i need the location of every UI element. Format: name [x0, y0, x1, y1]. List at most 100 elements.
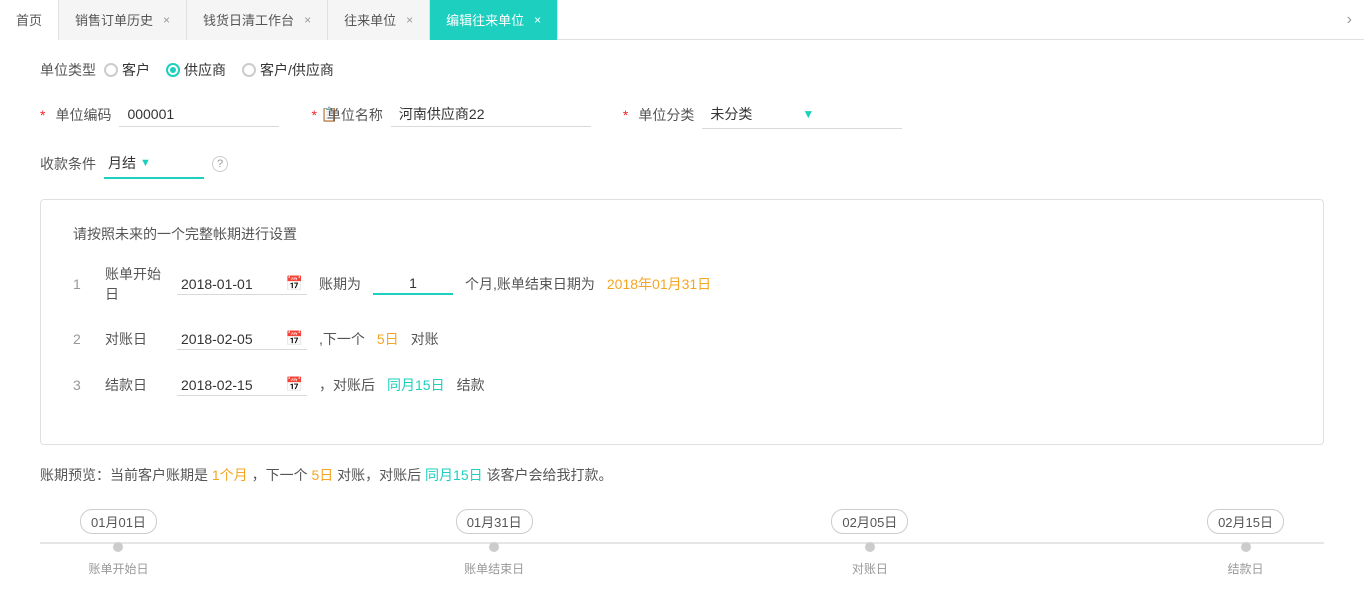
- preview-part1: 1个月: [212, 467, 248, 483]
- timeline-dot-1: [489, 542, 499, 552]
- setting-desc-suffix-1: 个月,账单结束日期为: [465, 274, 595, 294]
- unit-type-label: 单位类型: [40, 60, 96, 80]
- radio-customer-circle: [104, 63, 118, 77]
- preview-part2: 5日: [311, 467, 333, 483]
- payment-condition-chevron-icon: ▼: [140, 157, 151, 169]
- date-input-3: 📅: [177, 374, 307, 396]
- tab-partner-units-label: 往来单位: [344, 10, 396, 29]
- tab-partner-units-close[interactable]: ×: [406, 13, 413, 27]
- setting-row-1: 1 账单开始日 📅 账期为 个月,账单结束日期为 2018年01月31日: [73, 264, 1291, 304]
- tabs-more-button[interactable]: ›: [1335, 11, 1364, 29]
- timeline-date-0: 01月01日: [80, 509, 157, 534]
- unit-name-input[interactable]: [391, 102, 591, 127]
- tab-sales-order-history[interactable]: 销售订单历史 ×: [59, 0, 187, 40]
- unit-info-row: * 单位编码 📋 * 单位名称 * 单位分类 未分类 ▼: [40, 100, 1324, 129]
- payment-condition-row: 收款条件 月结 ▼ ?: [40, 149, 1324, 179]
- preview-suffix: 该客户会给我打款。: [487, 467, 613, 483]
- tab-sales-order-history-label: 销售订单历史: [75, 10, 153, 29]
- setting-row-3: 3 结款日 📅 ，对账后 同月15日 结款: [73, 374, 1291, 396]
- settings-title: 请按照未来的一个完整帐期进行设置: [73, 224, 1291, 244]
- radio-customer-label: 客户: [122, 60, 150, 80]
- timeline-type-3: 结款日: [1228, 560, 1264, 577]
- radio-supplier-circle: [166, 63, 180, 77]
- payment-condition-value: 月结: [108, 153, 136, 173]
- date-field-1[interactable]: [181, 276, 286, 292]
- unit-type-row: 单位类型 客户 供应商 客户/供应商: [40, 60, 1324, 80]
- timeline-date-1: 01月31日: [456, 509, 533, 534]
- timeline-dot-2: [865, 542, 875, 552]
- settings-box: 请按照未来的一个完整帐期进行设置 1 账单开始日 📅 账期为 个月,账单结束日期…: [40, 199, 1324, 445]
- unit-name-label: 单位名称: [327, 105, 383, 125]
- tab-home[interactable]: 首页: [0, 0, 59, 40]
- timeline-date-2: 02月05日: [831, 509, 908, 534]
- timeline-nodes: 01月01日 账单开始日 01月31日 账单结束日 02月05日 对账日 02月…: [80, 509, 1284, 577]
- unit-type-radio-group: 客户 供应商 客户/供应商: [104, 60, 334, 80]
- timeline-node-3: 02月15日 结款日: [1207, 509, 1284, 577]
- preview-text: 账期预览：当前客户账期是 1个月 ，下一个 5日 对账，对账后 同月15日 该客…: [40, 465, 1324, 485]
- preview-middle: ，下一个: [252, 467, 308, 483]
- unit-code-input[interactable]: [119, 102, 316, 126]
- payment-condition-label: 收款条件: [40, 154, 96, 174]
- setting-desc-suffix-3: 结款: [457, 375, 485, 395]
- tab-edit-partner-label: 编辑往来单位: [446, 10, 524, 29]
- category-dropdown-icon: ▼: [802, 107, 894, 121]
- setting-label-1: 账单开始日: [105, 264, 165, 304]
- setting-num-2: 2: [73, 331, 93, 347]
- setting-highlight-1: 2018年01月31日: [607, 274, 711, 294]
- period-input[interactable]: [373, 273, 453, 295]
- tab-cash-work[interactable]: 钱货日清工作台 ×: [187, 0, 328, 40]
- setting-desc-prefix-1: 账期为: [319, 274, 361, 294]
- date-input-1: 📅: [177, 273, 307, 295]
- tab-edit-partner-close[interactable]: ×: [534, 13, 541, 27]
- timeline-node-1: 01月31日 账单结束日: [456, 509, 533, 577]
- date-input-2: 📅: [177, 328, 307, 350]
- setting-label-2: 对账日: [105, 329, 165, 349]
- tabs-bar: 首页 销售订单历史 × 钱货日清工作台 × 往来单位 × 编辑往来单位 × ›: [0, 0, 1364, 40]
- unit-category-field: * 单位分类 未分类 ▼: [623, 100, 902, 129]
- preview-prefix: 账期预览：当前客户账期是: [40, 467, 208, 483]
- radio-both[interactable]: 客户/供应商: [242, 60, 334, 80]
- timeline-node-0: 01月01日 账单开始日: [80, 509, 157, 577]
- timeline: 01月01日 账单开始日 01月31日 账单结束日 02月05日 对账日 02月…: [40, 509, 1324, 577]
- timeline-dot-0: [113, 542, 123, 552]
- unit-code-star: *: [40, 107, 45, 123]
- tab-home-label: 首页: [16, 10, 42, 29]
- setting-desc-suffix-2: 对账: [411, 329, 439, 349]
- timeline-date-3: 02月15日: [1207, 509, 1284, 534]
- setting-desc-prefix-2: ,下一个: [319, 329, 365, 349]
- unit-code-input-wrap: 📋: [119, 102, 279, 127]
- tab-edit-partner[interactable]: 编辑往来单位 ×: [430, 0, 558, 40]
- setting-desc-prefix-3: ，对账后: [319, 375, 375, 395]
- tab-cash-work-label: 钱货日清工作台: [203, 10, 294, 29]
- radio-supplier[interactable]: 供应商: [166, 60, 226, 80]
- setting-num-3: 3: [73, 377, 93, 393]
- timeline-node-2: 02月05日 对账日: [831, 509, 908, 577]
- tab-cash-work-close[interactable]: ×: [304, 13, 311, 27]
- radio-customer[interactable]: 客户: [104, 60, 150, 80]
- payment-help-icon[interactable]: ?: [212, 156, 228, 172]
- date-field-2[interactable]: [181, 331, 286, 347]
- timeline-type-0: 账单开始日: [88, 560, 148, 577]
- timeline-dot-3: [1241, 542, 1251, 552]
- unit-code-field: * 单位编码 📋: [40, 102, 279, 127]
- radio-supplier-label: 供应商: [184, 60, 226, 80]
- calendar-icon-1[interactable]: 📅: [286, 275, 303, 292]
- timeline-type-2: 对账日: [852, 560, 888, 577]
- payment-condition-select[interactable]: 月结 ▼: [104, 149, 204, 179]
- unit-category-label: 单位分类: [638, 105, 694, 125]
- setting-label-3: 结款日: [105, 375, 165, 395]
- setting-highlight-2: 5日: [377, 329, 399, 349]
- unit-code-label: 单位编码: [55, 105, 111, 125]
- preview-middle2: 对账，对账后: [337, 467, 421, 483]
- main-content: 单位类型 客户 供应商 客户/供应商 * 单位编码: [0, 40, 1364, 608]
- preview-part3: 同月15日: [425, 467, 483, 483]
- setting-row-2: 2 对账日 📅 ,下一个 5日 对账: [73, 328, 1291, 350]
- unit-name-field: * 单位名称: [311, 102, 590, 127]
- setting-highlight-3: 同月15日: [387, 375, 445, 395]
- calendar-icon-3[interactable]: 📅: [286, 376, 303, 393]
- tab-partner-units[interactable]: 往来单位 ×: [328, 0, 430, 40]
- date-field-3[interactable]: [181, 377, 286, 393]
- calendar-icon-2[interactable]: 📅: [286, 330, 303, 347]
- tab-sales-order-history-close[interactable]: ×: [163, 13, 170, 27]
- unit-category-select[interactable]: 未分类 ▼: [702, 100, 902, 129]
